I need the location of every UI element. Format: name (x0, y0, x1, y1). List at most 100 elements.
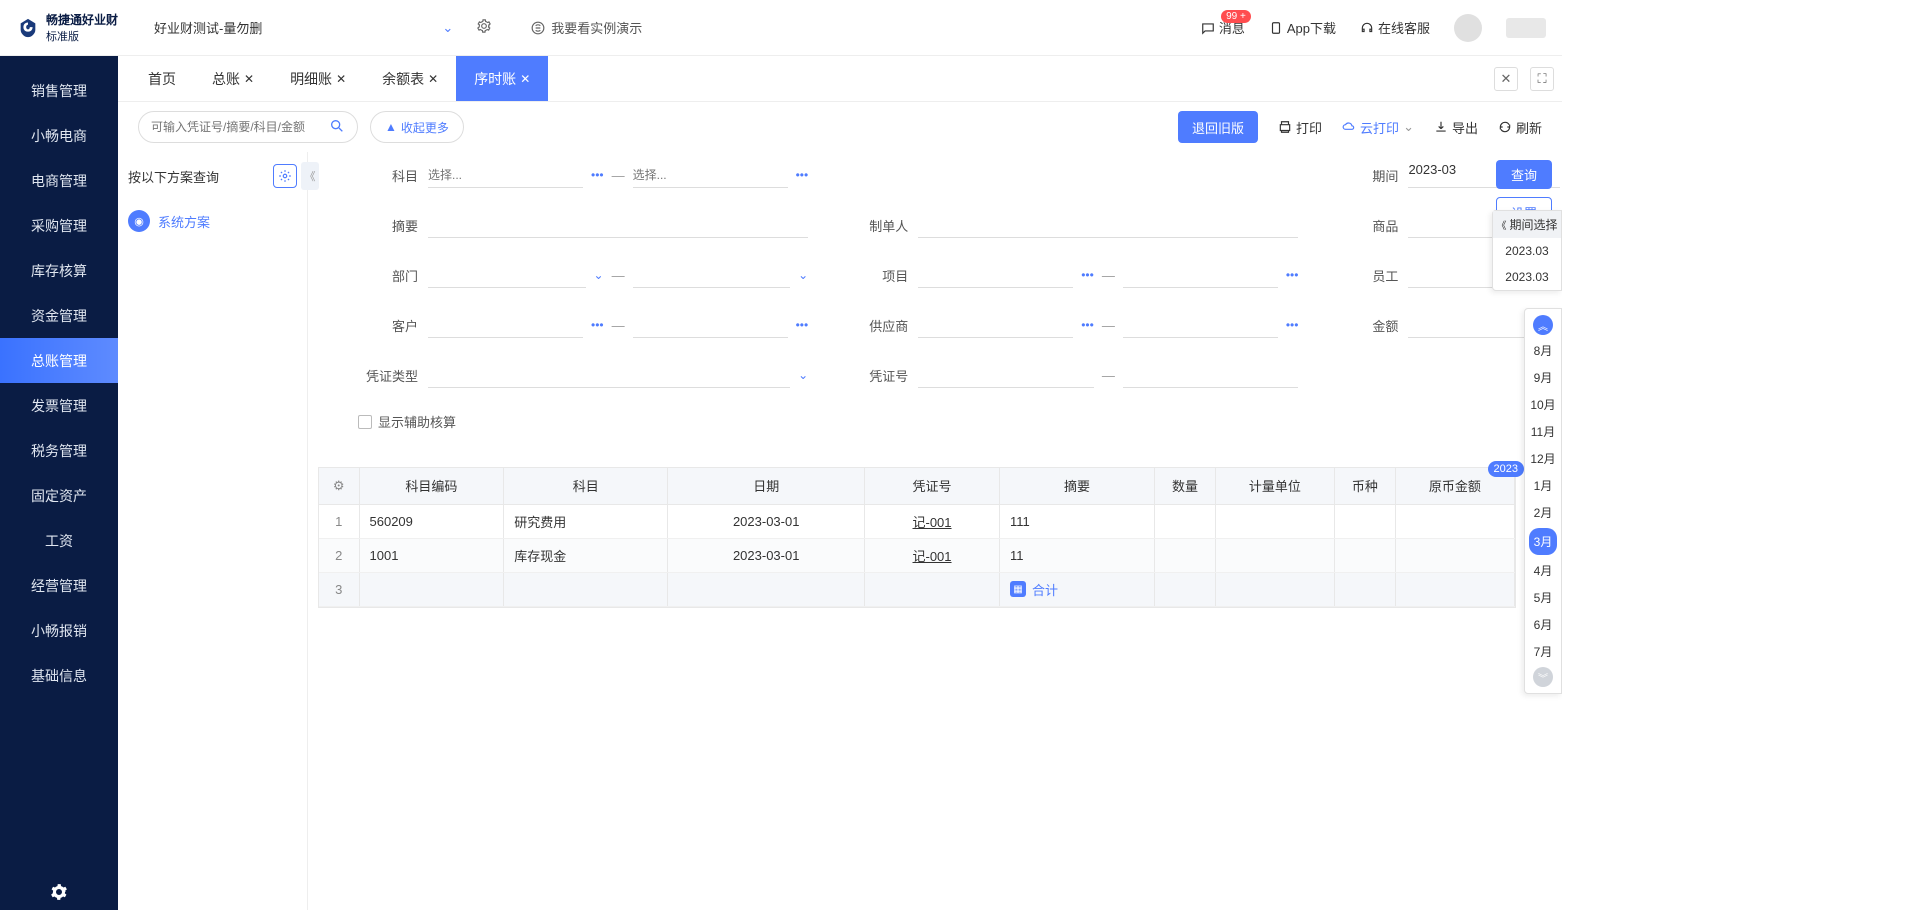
settings-button[interactable] (477, 19, 491, 36)
voucher-link[interactable]: 记-001 (913, 515, 952, 530)
scheme-settings-button[interactable] (273, 164, 297, 188)
voucher-link[interactable]: 记-001 (913, 549, 952, 564)
sidebar-item-5[interactable]: 资金管理 (0, 293, 118, 338)
more-icon[interactable]: ••• (591, 168, 604, 182)
voucher-no-to-input[interactable] (1123, 362, 1299, 388)
period-from-display[interactable]: 2023.03 (1493, 238, 1561, 264)
column-header[interactable]: 科目编码 (359, 468, 504, 504)
print-button[interactable]: 打印 (1278, 118, 1322, 137)
close-icon[interactable]: ✕ (428, 72, 438, 86)
close-icon[interactable]: ✕ (244, 72, 254, 86)
export-button[interactable]: 导出 (1434, 118, 1478, 137)
sidebar-item-1[interactable]: 小畅电商 (0, 113, 118, 158)
search-input[interactable] (151, 120, 329, 134)
column-header[interactable]: 凭证号 (865, 468, 1000, 504)
month-item[interactable]: 3月 (1529, 528, 1557, 555)
voucher-type-input[interactable] (428, 362, 790, 388)
customer-from-input[interactable] (428, 312, 583, 338)
month-item[interactable]: 4月 (1525, 557, 1561, 584)
demo-link[interactable]: 我要看实例演示 (531, 18, 642, 37)
tab-3[interactable]: 余额表✕ (364, 56, 456, 101)
avatar[interactable] (1454, 14, 1482, 42)
more-icon[interactable]: ••• (1081, 318, 1094, 332)
close-icon[interactable]: ✕ (336, 72, 346, 86)
tab-1[interactable]: 总账✕ (194, 56, 272, 101)
table-row[interactable]: 21001库存现金2023-03-01记-00111 (319, 538, 1515, 572)
month-item[interactable]: 8月 (1525, 337, 1561, 364)
refresh-button[interactable]: 刷新 (1498, 118, 1542, 137)
column-header[interactable]: 币种 (1335, 468, 1396, 504)
message-button[interactable]: 消息 99 + (1201, 18, 1245, 37)
month-item[interactable]: 7月 (1525, 638, 1561, 665)
tab-4[interactable]: 序时账✕ (456, 56, 548, 101)
column-header[interactable]: 日期 (668, 468, 865, 504)
query-button[interactable]: 查询 (1496, 160, 1552, 189)
scheme-item-system[interactable]: ◉ 系统方案 (128, 210, 297, 232)
sidebar-item-10[interactable]: 工资 (0, 518, 118, 563)
period-selector-title[interactable]: 《期间选择 (1493, 211, 1561, 238)
more-icon[interactable]: ••• (1286, 268, 1299, 282)
voucher-no-from-input[interactable] (918, 362, 1094, 388)
sidebar-item[interactable] (0, 56, 118, 68)
sidebar-item-4[interactable]: 库存核算 (0, 248, 118, 293)
show-aux-checkbox[interactable]: 显示辅助核算 (358, 412, 1532, 431)
month-item[interactable]: 10月 (1525, 391, 1561, 418)
tab-2[interactable]: 明细账✕ (272, 56, 364, 101)
customer-to-input[interactable] (633, 312, 788, 338)
close-icon[interactable]: ✕ (520, 72, 530, 86)
column-settings[interactable]: ⚙ (319, 468, 359, 504)
more-icon[interactable]: ••• (1286, 318, 1299, 332)
maker-input[interactable] (918, 212, 1298, 238)
project-from-input[interactable] (918, 262, 1073, 288)
month-item[interactable]: 11月 (1525, 418, 1561, 445)
sidebar-item-13[interactable]: 基础信息 (0, 653, 118, 698)
table-row[interactable]: 3▦合计 (319, 572, 1515, 606)
period-to-display[interactable]: 2023.03 (1493, 264, 1561, 290)
month-item[interactable]: 6月 (1525, 611, 1561, 638)
month-item[interactable]: 12月 (1525, 445, 1561, 472)
summary-input[interactable] (428, 212, 808, 238)
column-header[interactable]: 摘要 (999, 468, 1154, 504)
subject-to-input[interactable] (633, 162, 788, 188)
sidebar-settings[interactable] (0, 874, 118, 910)
month-item[interactable]: 5月 (1525, 584, 1561, 611)
table-row[interactable]: 1560209研究费用2023-03-01记-001111 (319, 504, 1515, 538)
old-version-button[interactable]: 退回旧版 (1178, 111, 1258, 143)
collapse-filters-button[interactable]: ▲ 收起更多 (370, 111, 464, 143)
close-tab-button[interactable]: ✕ (1494, 67, 1518, 91)
support-button[interactable]: 在线客服 (1360, 18, 1430, 37)
chevron-down-icon[interactable]: ⌄ (798, 268, 808, 282)
supplier-from-input[interactable] (918, 312, 1073, 338)
tenant-select[interactable]: 好业财测试-量勿删 ⌄ (154, 18, 453, 37)
chevron-down-icon[interactable]: ⌄ (798, 368, 808, 382)
dept-from-input[interactable] (428, 262, 586, 288)
scroll-down-button[interactable]: ︾ (1533, 667, 1553, 687)
sidebar-item-3[interactable]: 采购管理 (0, 203, 118, 248)
month-item[interactable]: 2月 (1525, 499, 1561, 526)
cloud-print-button[interactable]: 云打印 ⌄ (1342, 118, 1414, 137)
month-item[interactable]: 1月 (1525, 472, 1561, 499)
sidebar-item-11[interactable]: 经营管理 (0, 563, 118, 608)
sidebar-item-7[interactable]: 发票管理 (0, 383, 118, 428)
sidebar-item-9[interactable]: 固定资产 (0, 473, 118, 518)
sidebar-item-2[interactable]: 电商管理 (0, 158, 118, 203)
more-icon[interactable]: ••• (796, 168, 809, 182)
column-header[interactable]: 科目 (504, 468, 668, 504)
supplier-to-input[interactable] (1123, 312, 1278, 338)
more-icon[interactable]: ••• (591, 318, 604, 332)
fullscreen-button[interactable]: ⛶ (1530, 67, 1554, 91)
sidebar-item-6[interactable]: 总账管理 (0, 338, 118, 383)
column-header[interactable]: 数量 (1155, 468, 1216, 504)
subject-from-input[interactable] (428, 162, 583, 188)
column-header[interactable]: 计量单位 (1215, 468, 1334, 504)
user-menu[interactable] (1506, 18, 1546, 38)
dept-to-input[interactable] (633, 262, 791, 288)
sidebar-item-0[interactable]: 销售管理 (0, 68, 118, 113)
chevron-down-icon[interactable]: ⌄ (594, 268, 604, 282)
search-box[interactable] (138, 111, 358, 143)
sidebar-item-12[interactable]: 小畅报销 (0, 608, 118, 653)
tab-0[interactable]: 首页 (130, 56, 194, 101)
download-button[interactable]: App下载 (1269, 18, 1336, 37)
project-to-input[interactable] (1123, 262, 1278, 288)
search-icon[interactable] (329, 118, 345, 137)
